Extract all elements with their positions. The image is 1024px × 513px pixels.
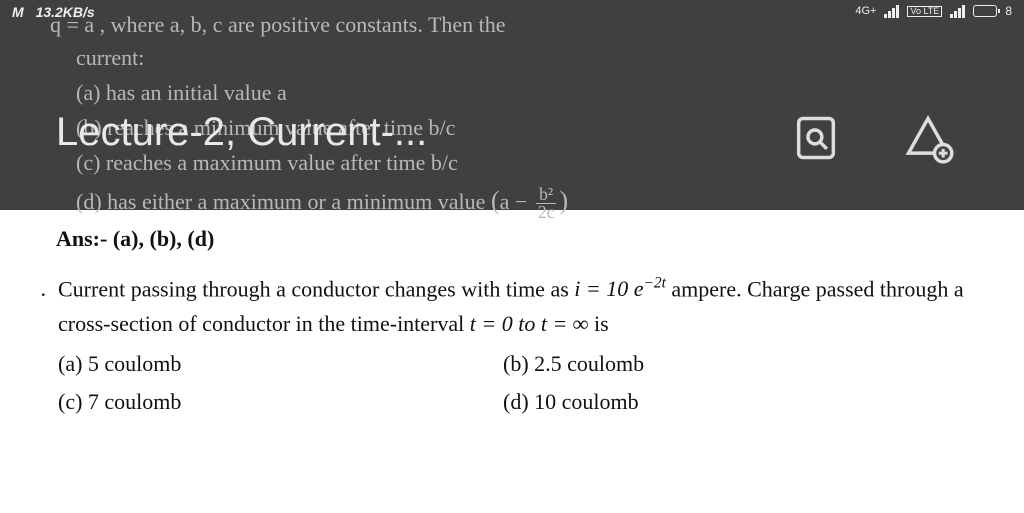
- battery-percent: 8: [1005, 4, 1012, 18]
- question-block: . Current passing through a conductor ch…: [30, 272, 994, 419]
- add-shape-icon[interactable]: [902, 112, 954, 164]
- status-right: 4G+ Vo LTE 8: [855, 4, 1012, 18]
- answer-text: (a), (b), (d): [113, 226, 214, 251]
- option-a: (a) 5 coulomb: [58, 347, 473, 381]
- video-overlay-panel: M 13.2KB/s 4G+ Vo LTE 8 q = a , where a,…: [0, 0, 1024, 210]
- options-grid: (a) 5 coulomb (b) 2.5 coulomb (c) 7 coul…: [58, 347, 918, 419]
- status-bar: M 13.2KB/s 4G+ Vo LTE 8: [0, 4, 1024, 28]
- network-type: 4G+: [855, 5, 876, 17]
- answer-label: Ans:-: [56, 226, 113, 251]
- volte-icon: Vo LTE: [907, 6, 942, 17]
- page-content: Ans:- (a), (b), (d) . Current passing th…: [0, 210, 1024, 419]
- option-c: (c) 7 coulomb: [58, 385, 473, 419]
- carrier-label: M: [12, 4, 24, 20]
- answer-line: Ans:- (a), (b), (d): [56, 222, 994, 256]
- question-marker: .: [30, 272, 46, 419]
- option-d: (d) 10 coulomb: [503, 385, 918, 419]
- option-b: (b) 2.5 coulomb: [503, 347, 918, 381]
- overlay-actions: [790, 112, 954, 164]
- question-text: Current passing through a conductor chan…: [58, 272, 994, 419]
- equation-range: t = 0 to t = ∞: [470, 311, 589, 336]
- equation-i: i = 10 e−2t: [574, 276, 671, 301]
- problem-stem-line2: current:: [76, 41, 1004, 74]
- status-left: M 13.2KB/s: [12, 4, 95, 20]
- signal-icon: [884, 4, 899, 18]
- data-speed: 13.2KB/s: [36, 4, 95, 20]
- option-a: (a) has an initial value a: [76, 76, 1004, 109]
- search-in-page-icon[interactable]: [790, 112, 842, 164]
- signal-icon-2: [950, 4, 965, 18]
- battery-icon: [973, 5, 997, 17]
